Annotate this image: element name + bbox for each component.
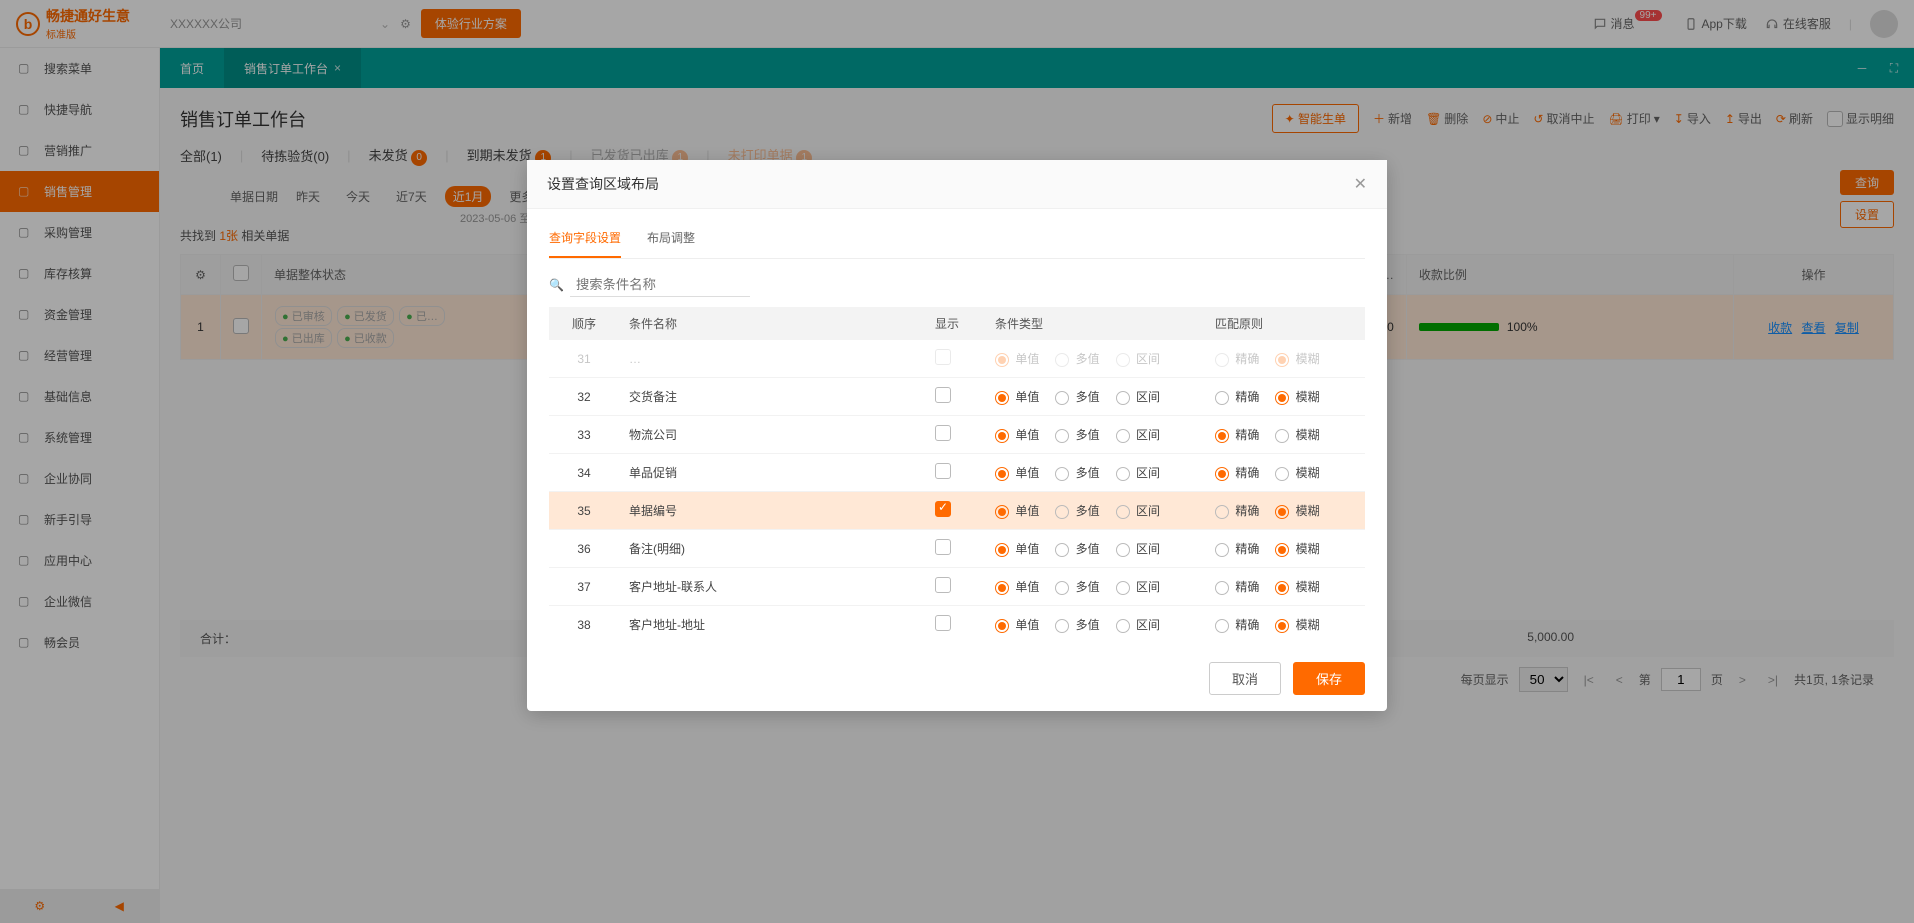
search-icon: 🔍 bbox=[549, 278, 564, 292]
config-row[interactable]: 37客户地址-联系人 单值 多值 区间 精确 模糊 bbox=[549, 568, 1365, 606]
config-row[interactable]: 33物流公司 单值 多值 区间 精确 模糊 bbox=[549, 416, 1365, 454]
config-row[interactable]: 32交货备注 单值 多值 区间 精确 模糊 bbox=[549, 378, 1365, 416]
modal-search-input[interactable] bbox=[570, 273, 750, 297]
modal-mask[interactable]: 设置查询区域布局 ✕ 查询字段设置 布局调整 🔍 顺序 条件名称 显示 条件类型… bbox=[0, 0, 1914, 923]
modal-close-icon[interactable]: ✕ bbox=[1354, 174, 1367, 194]
show-toggle[interactable] bbox=[935, 425, 951, 441]
config-row[interactable]: 31… 单值 多值 区间 精确 模糊 bbox=[549, 340, 1365, 378]
modal-save-button[interactable]: 保存 bbox=[1293, 662, 1365, 695]
config-row[interactable]: 35单据编号 单值 多值 区间 精确 模糊 bbox=[549, 492, 1365, 530]
show-toggle[interactable] bbox=[935, 463, 951, 479]
show-toggle[interactable] bbox=[935, 577, 951, 593]
show-toggle[interactable] bbox=[935, 501, 951, 517]
config-row[interactable]: 38客户地址-地址 单值 多值 区间 精确 模糊 bbox=[549, 606, 1365, 641]
query-layout-modal: 设置查询区域布局 ✕ 查询字段设置 布局调整 🔍 顺序 条件名称 显示 条件类型… bbox=[527, 160, 1387, 711]
show-toggle[interactable] bbox=[935, 615, 951, 631]
config-row[interactable]: 36备注(明细) 单值 多值 区间 精确 模糊 bbox=[549, 530, 1365, 568]
show-toggle[interactable] bbox=[935, 539, 951, 555]
modal-tab-layout[interactable]: 布局调整 bbox=[647, 223, 695, 258]
config-row[interactable]: 34单品促销 单值 多值 区间 精确 模糊 bbox=[549, 454, 1365, 492]
show-toggle[interactable] bbox=[935, 349, 951, 365]
show-toggle[interactable] bbox=[935, 387, 951, 403]
modal-cancel-button[interactable]: 取消 bbox=[1209, 662, 1281, 695]
modal-tab-fields[interactable]: 查询字段设置 bbox=[549, 223, 621, 258]
modal-title: 设置查询区域布局 bbox=[547, 174, 659, 194]
config-table: 顺序 条件名称 显示 条件类型 匹配原则 bbox=[549, 307, 1365, 340]
